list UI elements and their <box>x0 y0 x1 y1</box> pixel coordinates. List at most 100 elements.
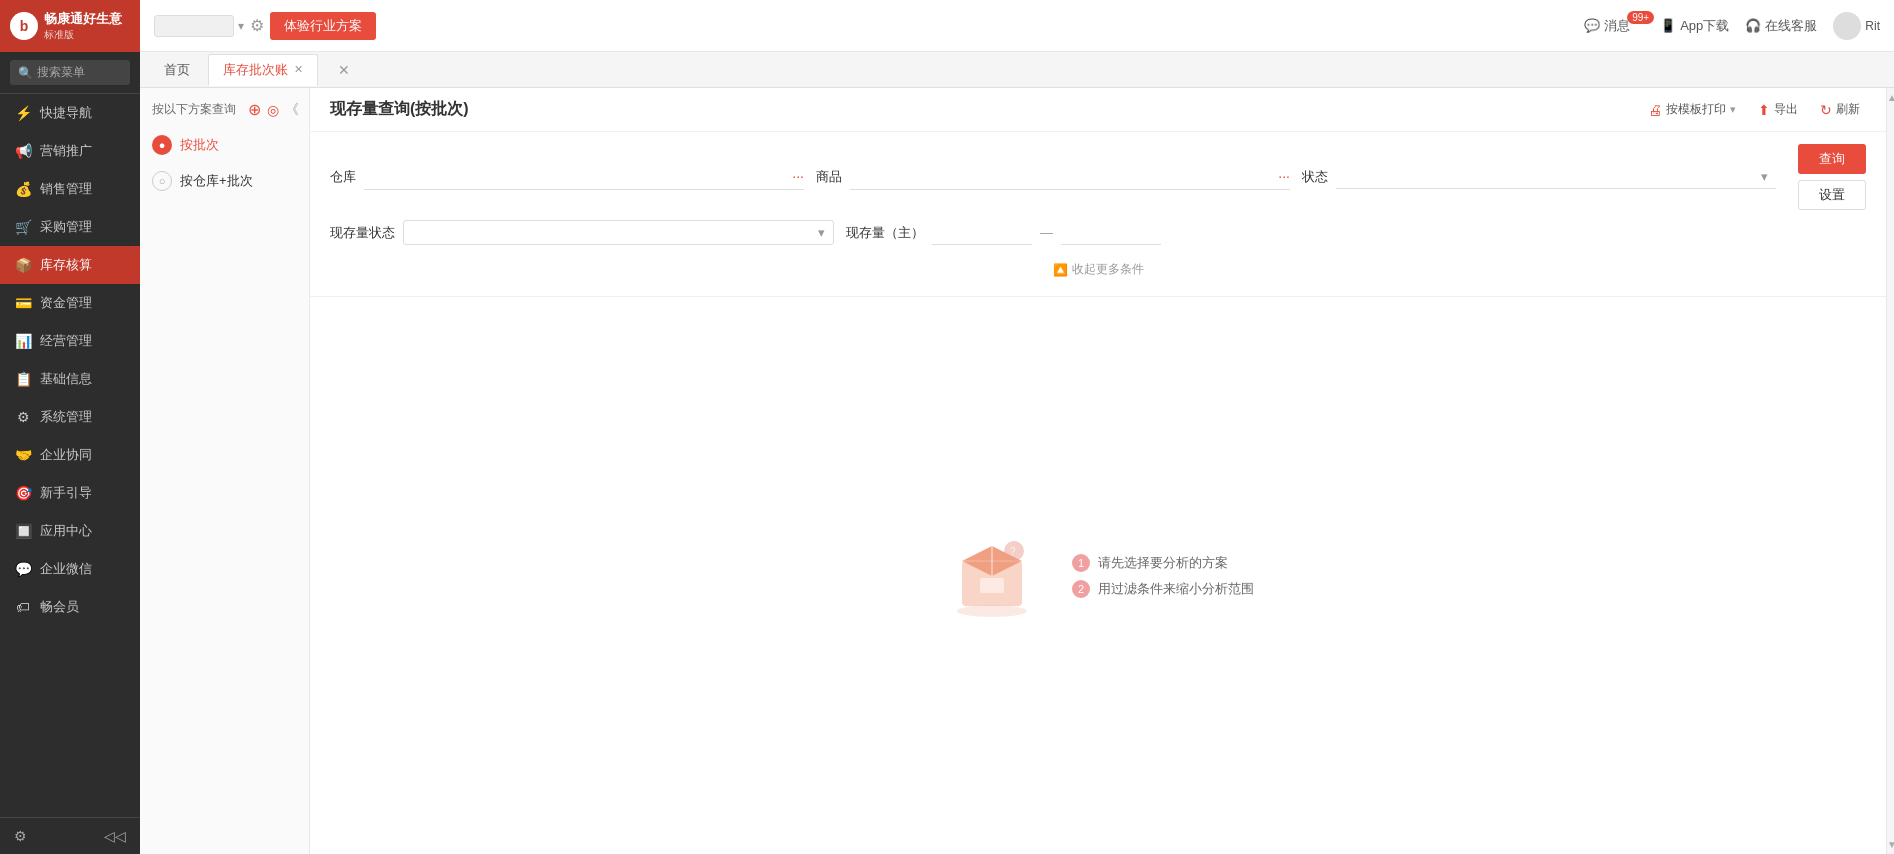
sidebar-item-purchase[interactable]: 🛒 采购管理 <box>0 208 140 246</box>
operations-icon: 📊 <box>14 332 32 350</box>
app-name: 畅康通好生意 <box>44 11 122 28</box>
page-title: 现存量查询(按批次) <box>330 99 469 120</box>
collapse-panel-icon[interactable]: 《 <box>285 101 299 119</box>
hint-num-1: 1 <box>1072 554 1090 572</box>
topbar-right: 💬 消息 99+ 📱 App下载 🎧 在线客服 Rit <box>1584 12 1880 40</box>
print-template-btn[interactable]: 🖨 按模板打印 ▾ <box>1642 98 1742 121</box>
right-scrollbar[interactable]: ▲ ▼ <box>1886 88 1894 854</box>
svg-text:?: ? <box>1010 546 1016 557</box>
inventory-status-label: 现存量状态 <box>330 224 395 242</box>
product-input[interactable] <box>850 164 1278 187</box>
topbar-input-group: ▾ <box>154 15 244 37</box>
topbar-left: ▾ ⚙ 体验行业方案 <box>154 12 1576 40</box>
inventory-status-arrow-icon: ▾ <box>818 225 825 240</box>
sidebar-item-system[interactable]: ⚙ 系统管理 <box>0 398 140 436</box>
export-btn[interactable]: ⬆ 导出 <box>1752 98 1804 121</box>
sidebar-item-basic[interactable]: 📋 基础信息 <box>0 360 140 398</box>
empty-state: ? 1 请先选择要分析的方案 2 用过滤条件来缩小分析范围 <box>310 297 1886 854</box>
print-label: 按模板打印 <box>1666 101 1726 118</box>
sidebar-item-label: 经营管理 <box>40 332 92 350</box>
message-icon: 💬 <box>1584 18 1600 33</box>
sidebar-item-guide[interactable]: 🎯 新手引导 <box>0 474 140 512</box>
main-area: ▾ ⚙ 体验行业方案 💬 消息 99+ 📱 App下载 🎧 在线客服 Rit <box>140 0 1894 854</box>
status-select[interactable]: ▾ <box>1336 165 1776 189</box>
inventory-status-select[interactable]: ▾ <box>403 220 834 245</box>
chevron-down-icon: ▾ <box>238 19 244 33</box>
phone-icon: 📱 <box>1660 18 1676 33</box>
empty-state-inner: ? 1 请先选择要分析的方案 2 用过滤条件来缩小分析范围 <box>942 526 1254 626</box>
app-version: 标准版 <box>44 28 122 41</box>
trial-btn[interactable]: 体验行业方案 <box>270 12 376 40</box>
status-label: 状态 <box>1302 168 1328 186</box>
scroll-down-arrow[interactable]: ▼ <box>1887 835 1894 854</box>
sidebar-search-area[interactable]: 🔍 搜索菜单 <box>0 52 140 94</box>
search-icon: 🔍 <box>18 66 33 80</box>
tab-home[interactable]: 首页 <box>150 55 204 85</box>
sidebar-item-wechat[interactable]: 💬 企业微信 <box>0 550 140 588</box>
sidebar-search-input[interactable]: 🔍 搜索菜单 <box>10 60 130 85</box>
tab-close-all-icon[interactable]: ✕ <box>338 62 350 78</box>
scroll-up-arrow[interactable]: ▲ <box>1887 88 1894 107</box>
tab-batch-account[interactable]: 库存批次账 ✕ <box>208 54 318 86</box>
svg-point-0 <box>957 605 1027 617</box>
basic-icon: 📋 <box>14 370 32 388</box>
content-wrapper: 按以下方案查询 ⊕ ◎ 《 ● 按批次 ○ 按仓库+批次 现存量查询(按批次) <box>140 88 1894 854</box>
sidebar-item-collab[interactable]: 🤝 企业协同 <box>0 436 140 474</box>
topbar-search-input[interactable] <box>154 15 234 37</box>
inventory-icon: 📦 <box>14 256 32 274</box>
app-download-label: App下载 <box>1680 17 1729 35</box>
left-panel-header: 按以下方案查询 ⊕ ◎ 《 <box>140 96 309 127</box>
scheme-item-by-warehouse-batch[interactable]: ○ 按仓库+批次 <box>140 163 309 199</box>
wechat-icon: 💬 <box>14 560 32 578</box>
topbar-gear-icon[interactable]: ⚙ <box>250 16 264 35</box>
scheme-label: 按仓库+批次 <box>180 172 253 190</box>
collapse-filter-btn[interactable]: 🔼 收起更多条件 <box>330 255 1866 284</box>
refresh-btn[interactable]: ↻ 刷新 <box>1814 98 1866 121</box>
sidebar-item-finance[interactable]: 💳 资金管理 <box>0 284 140 322</box>
filter-warehouse: 仓库 ··· <box>330 164 804 190</box>
product-dots-icon[interactable]: ··· <box>1278 168 1290 184</box>
collapse-up-icon: 🔼 <box>1053 263 1068 277</box>
query-button[interactable]: 查询 <box>1798 144 1866 174</box>
app-download-btn[interactable]: 📱 App下载 <box>1660 17 1729 35</box>
refresh-icon: ↻ <box>1820 102 1832 118</box>
settings-scheme-icon[interactable]: ◎ <box>267 102 279 118</box>
sidebar-item-inventory[interactable]: 📦 库存核算 <box>0 246 140 284</box>
sidebar-item-apps[interactable]: 🔲 应用中心 <box>0 512 140 550</box>
quick-nav-icon: ⚡ <box>14 104 32 122</box>
user-area[interactable]: Rit <box>1833 12 1880 40</box>
sales-icon: 💰 <box>14 180 32 198</box>
sidebar-item-member[interactable]: 🏷 畅会员 <box>0 588 140 626</box>
sidebar-item-label: 系统管理 <box>40 408 92 426</box>
sidebar-item-label: 销售管理 <box>40 180 92 198</box>
settings-footer-icon[interactable]: ⚙ <box>14 828 27 844</box>
warehouse-input[interactable] <box>364 164 792 187</box>
messages-btn[interactable]: 💬 消息 99+ <box>1584 17 1644 35</box>
inventory-qty-from[interactable] <box>932 221 1032 245</box>
sidebar-footer: ⚙ ◁◁ <box>0 817 140 854</box>
settings-button[interactable]: 设置 <box>1798 180 1866 210</box>
warehouse-dots-icon[interactable]: ··· <box>792 168 804 184</box>
sidebar-item-sales[interactable]: 💰 销售管理 <box>0 170 140 208</box>
action-buttons: 查询 设置 <box>1798 144 1866 210</box>
status-arrow-icon: ▾ <box>1761 169 1768 184</box>
empty-hint-2: 2 用过滤条件来缩小分析范围 <box>1072 580 1254 598</box>
search-label: 搜索菜单 <box>37 64 85 81</box>
collapse-sidebar-icon[interactable]: ◁◁ <box>104 828 126 844</box>
sidebar-item-marketing[interactable]: 📢 营销推广 <box>0 132 140 170</box>
empty-illustration: ? <box>942 526 1042 626</box>
sidebar-item-quick-nav[interactable]: ⚡ 快捷导航 <box>0 94 140 132</box>
guide-icon: 🎯 <box>14 484 32 502</box>
refresh-label: 刷新 <box>1836 101 1860 118</box>
scheme-item-by-batch[interactable]: ● 按批次 <box>140 127 309 163</box>
sidebar-item-operations[interactable]: 📊 经营管理 <box>0 322 140 360</box>
inventory-qty-to[interactable] <box>1061 221 1161 245</box>
left-panel-title: 按以下方案查询 <box>152 101 236 118</box>
sidebar-item-label: 企业协同 <box>40 446 92 464</box>
tab-close-icon[interactable]: ✕ <box>294 63 303 76</box>
add-scheme-icon[interactable]: ⊕ <box>248 100 261 119</box>
right-panel: 现存量查询(按批次) 🖨 按模板打印 ▾ ⬆ 导出 ↻ 刷新 <box>310 88 1886 854</box>
filter-inventory-status: 现存量状态 ▾ <box>330 220 834 245</box>
online-service-btn[interactable]: 🎧 在线客服 <box>1745 17 1817 35</box>
sidebar-item-label: 企业微信 <box>40 560 92 578</box>
